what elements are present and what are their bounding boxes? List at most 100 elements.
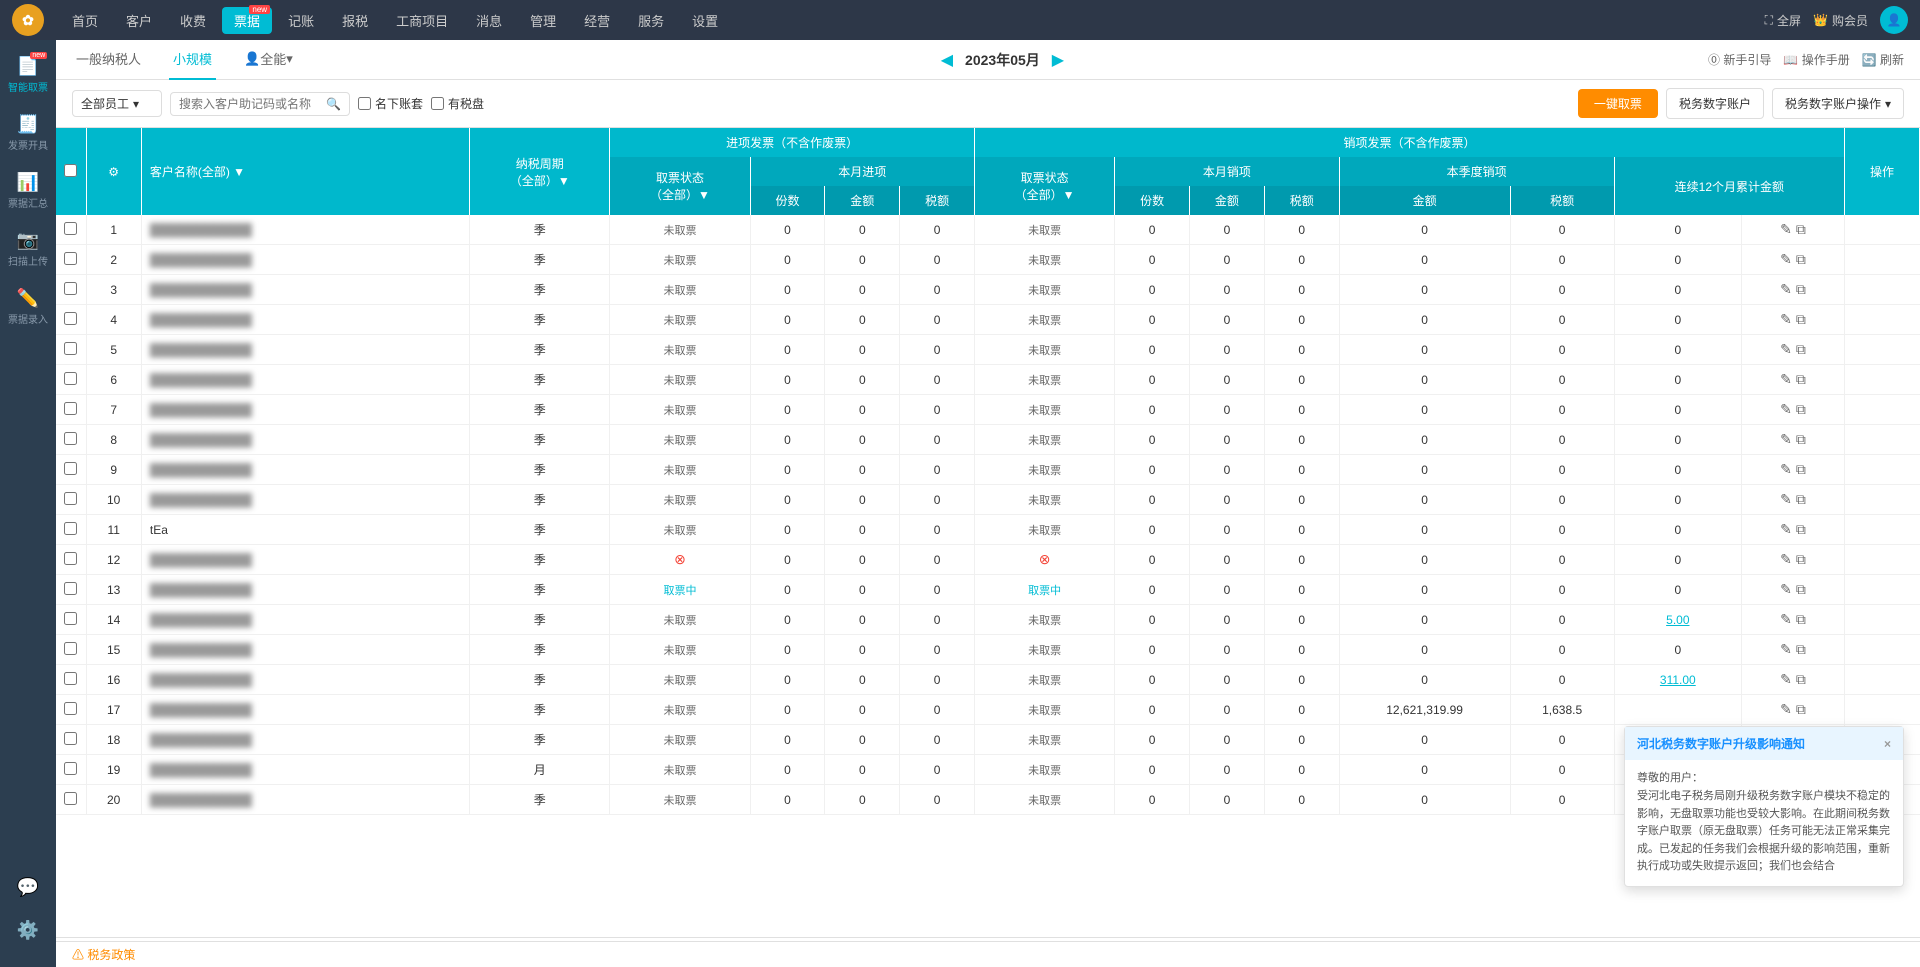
checkbox-tax-disk[interactable]: 有税盘 [431,95,484,112]
tax-policy-bar[interactable]: ⚠ 税务政策 [56,941,1920,967]
copy-icon[interactable]: ⧉ [1796,461,1806,478]
prev-date-button[interactable]: ◀ [941,50,953,70]
select-all-checkbox[interactable] [64,164,77,177]
edit-icon[interactable]: ✎ [1780,491,1792,508]
th-out-status[interactable]: 取票状态（全部）▼ [975,157,1115,215]
row-checkbox[interactable] [64,402,77,415]
copy-icon[interactable]: ⧉ [1796,551,1806,568]
next-date-button[interactable]: ▶ [1052,50,1064,70]
copy-icon[interactable]: ⧉ [1796,431,1806,448]
sub-account-checkbox[interactable] [358,97,371,110]
edit-icon[interactable]: ✎ [1780,641,1792,658]
nav-home[interactable]: 首页 [60,7,110,34]
edit-icon[interactable]: ✎ [1780,461,1792,478]
copy-icon[interactable]: ⧉ [1796,701,1806,718]
row-checkbox[interactable] [64,462,77,475]
edit-icon[interactable]: ✎ [1780,221,1792,238]
copy-icon[interactable]: ⧉ [1796,371,1806,388]
sidebar-item-scan[interactable]: 📷 扫描上传 [0,222,56,276]
one-click-fetch-button[interactable]: 一键取票 [1578,89,1658,118]
sidebar-item-invoice[interactable]: 🧾 发票开具 [0,106,56,160]
tab-all-capable[interactable]: 👤 全能 ▾ [240,40,297,80]
edit-icon[interactable]: ✎ [1780,611,1792,628]
refresh-button[interactable]: 🔄 刷新 [1862,51,1904,68]
copy-icon[interactable]: ⧉ [1796,671,1806,688]
row-checkbox[interactable] [64,582,77,595]
manual-link[interactable]: 📖 操作手册 [1783,51,1849,68]
copy-icon[interactable]: ⧉ [1796,221,1806,238]
sidebar-item-smart-ticket[interactable]: 📄 智能取票 [0,48,56,102]
nav-ticket[interactable]: 票据 new [222,7,272,34]
row-checkbox[interactable] [64,702,77,715]
row-checkbox[interactable] [64,282,77,295]
fullscreen-button[interactable]: ⛶ 全屏 [1765,12,1801,29]
copy-icon[interactable]: ⧉ [1796,341,1806,358]
tab-general-taxpayer[interactable]: 一般纳税人 [72,40,145,80]
guide-link[interactable]: ⓪ 新手引导 [1708,51,1771,68]
cumulative-value[interactable]: 5.00 [1666,613,1689,627]
copy-icon[interactable]: ⧉ [1796,611,1806,628]
edit-icon[interactable]: ✎ [1780,431,1792,448]
checkbox-sub-account[interactable]: 名下账套 [358,95,423,112]
nav-business[interactable]: 工商项目 [384,7,460,34]
nav-fee[interactable]: 收费 [168,7,218,34]
copy-icon[interactable]: ⧉ [1796,401,1806,418]
search-icon[interactable]: 🔍 [326,97,341,111]
row-checkbox[interactable] [64,252,77,265]
edit-icon[interactable]: ✎ [1780,311,1792,328]
employee-select[interactable]: 全部员工 ▾ [72,90,162,117]
edit-icon[interactable]: ✎ [1780,701,1792,718]
nav-operation[interactable]: 经营 [572,7,622,34]
row-checkbox[interactable] [64,762,77,775]
row-checkbox[interactable] [64,732,77,745]
sidebar-item-gear[interactable]: ⚙️ [13,912,43,951]
edit-icon[interactable]: ✎ [1780,251,1792,268]
notification-close-button[interactable]: × [1884,737,1891,751]
row-checkbox[interactable] [64,342,77,355]
row-checkbox[interactable] [64,432,77,445]
th-customer-name[interactable]: 客户名称(全部) ▼ [141,128,469,215]
row-checkbox[interactable] [64,492,77,505]
row-checkbox[interactable] [64,222,77,235]
tax-disk-checkbox[interactable] [431,97,444,110]
search-input[interactable] [179,97,326,111]
cumulative-value[interactable]: 311.00 [1660,673,1696,687]
digital-account-button[interactable]: 税务数字账户 [1666,88,1764,119]
edit-icon[interactable]: ✎ [1780,341,1792,358]
edit-icon[interactable]: ✎ [1780,521,1792,538]
th-tax-cycle[interactable]: 纳税周期（全部）▼ [470,128,610,215]
row-checkbox[interactable] [64,372,77,385]
row-checkbox[interactable] [64,612,77,625]
copy-icon[interactable]: ⧉ [1796,521,1806,538]
row-checkbox[interactable] [64,672,77,685]
sidebar-item-entry[interactable]: ✏️ 票据录入 [0,280,56,334]
edit-icon[interactable]: ✎ [1780,671,1792,688]
copy-icon[interactable]: ⧉ [1796,281,1806,298]
nav-service[interactable]: 服务 [626,7,676,34]
nav-tax[interactable]: 报税 [330,7,380,34]
row-checkbox[interactable] [64,522,77,535]
edit-icon[interactable]: ✎ [1780,281,1792,298]
copy-icon[interactable]: ⧉ [1796,311,1806,328]
avatar[interactable]: 👤 [1880,6,1908,34]
nav-settings[interactable]: 设置 [680,7,730,34]
digital-account-dropdown[interactable]: 税务数字账户操作 ▾ [1772,88,1904,119]
copy-icon[interactable]: ⧉ [1796,641,1806,658]
member-button[interactable]: 👑 购会员 [1813,12,1868,29]
edit-icon[interactable]: ✎ [1780,551,1792,568]
th-in-status[interactable]: 取票状态（全部）▼ [610,157,750,215]
edit-icon[interactable]: ✎ [1780,371,1792,388]
sidebar-item-summary[interactable]: 📊 票据汇总 [0,164,56,218]
tab-small-scale[interactable]: 小规模 [169,40,216,80]
row-checkbox[interactable] [64,792,77,805]
row-checkbox[interactable] [64,642,77,655]
edit-icon[interactable]: ✎ [1780,401,1792,418]
row-checkbox[interactable] [64,552,77,565]
copy-icon[interactable]: ⧉ [1796,251,1806,268]
nav-accounting[interactable]: 记账 [276,7,326,34]
nav-message[interactable]: 消息 [464,7,514,34]
edit-icon[interactable]: ✎ [1780,581,1792,598]
copy-icon[interactable]: ⧉ [1796,491,1806,508]
copy-icon[interactable]: ⧉ [1796,581,1806,598]
nav-manage[interactable]: 管理 [518,7,568,34]
